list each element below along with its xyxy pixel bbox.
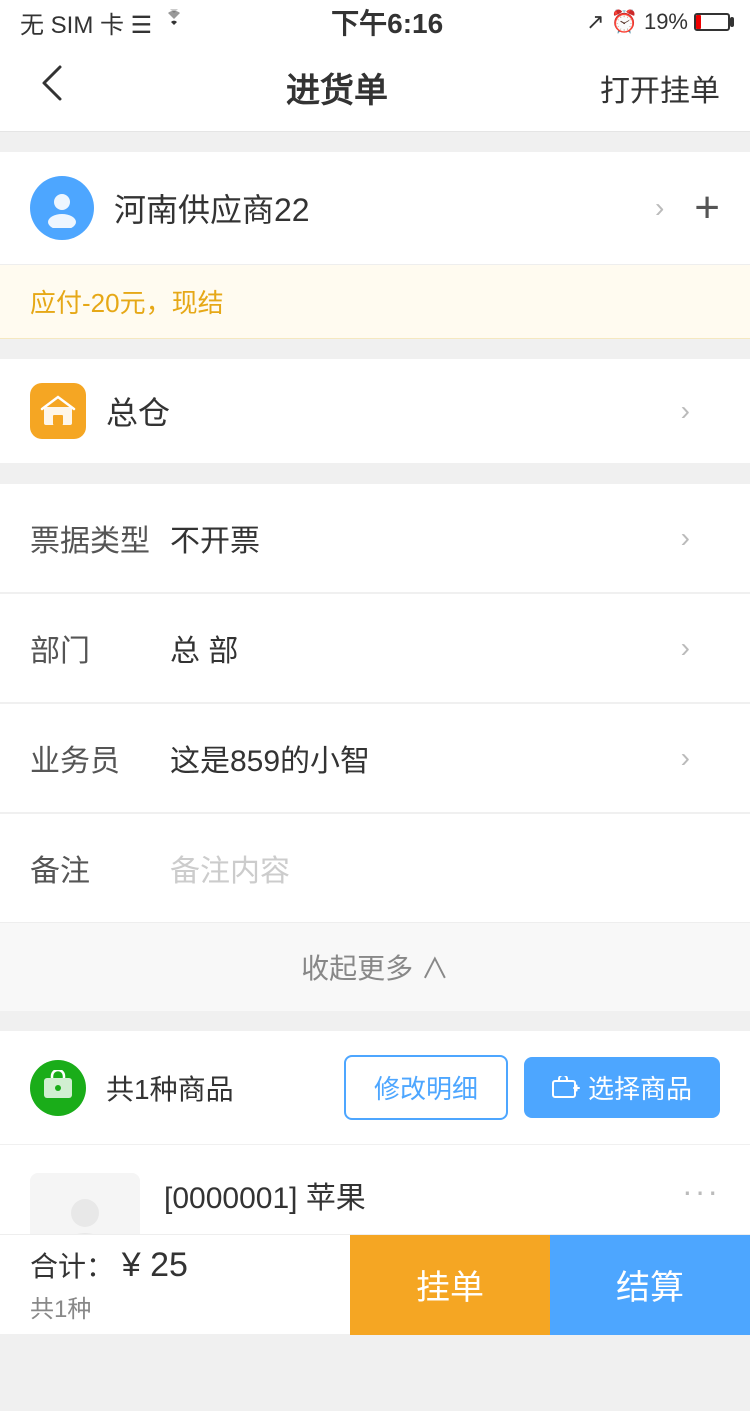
select-product-button[interactable]: 选择商品 [524,1057,720,1118]
products-count-label: 共1种商品 [106,1068,344,1108]
warehouse-chevron-icon: › [681,395,690,427]
section-gap-2 [0,339,750,359]
status-right: ↗ ⏰ 19% [586,9,730,35]
status-bar: 无 SIM 卡 ☰ 下午6:16 ↗ ⏰ 19% [0,0,750,44]
product-more-button[interactable]: ··· [682,1173,720,1210]
warehouse-icon [30,383,86,439]
department-chevron: › [681,632,690,664]
invoice-type-label: 票据类型 [30,516,170,560]
invoice-type-value: 不开票 [170,516,681,560]
select-product-label: 选择商品 [588,1069,692,1106]
salesperson-row[interactable]: 业务员 这是859的小智 › [0,703,750,812]
product-code: [0000001] [164,1182,297,1215]
product-title: 苹果 [306,1182,366,1215]
section-gap-1 [0,132,750,152]
battery-percent: 19% [644,9,688,35]
supplier-avatar [30,176,94,240]
total-label: 合计： [30,1251,114,1282]
salesperson-label: 业务员 [30,736,170,780]
bottom-bar: 合计： ¥ 25 共1种 挂单 结算 [0,1234,750,1334]
product-name: [0000001] 苹果 [164,1173,658,1217]
alarm-icon: ⏰ [611,9,638,35]
hang-order-button[interactable]: 挂单 [350,1235,550,1335]
wifi-icon [160,8,188,36]
salesperson-value: 这是859的小智 [170,736,681,780]
collapse-button[interactable]: 收起更多 ∧ [0,922,750,1011]
sim-status: 无 SIM 卡 ☰ [20,5,152,40]
battery-icon [694,13,730,31]
remark-label: 备注 [30,846,170,890]
warehouse-section: 总仓 › [0,359,750,463]
section-gap-4 [0,1011,750,1031]
supplier-name[interactable]: 河南供应商22 [114,185,655,231]
status-time: 下午6:16 [331,2,443,42]
remark-input[interactable]: 备注内容 [170,846,720,890]
back-button[interactable] [30,53,74,122]
warehouse-name: 总仓 [106,388,681,434]
nav-bar: 进货单 打开挂单 [0,44,750,132]
form-section: 票据类型 不开票 › 部门 总 部 › 业务员 这是859的小智 › 备注 备注… [0,483,750,1011]
notice-banner: 应付-20元，现结 [0,265,750,339]
supplier-chevron-icon: › [655,192,664,224]
supplier-row: 河南供应商22 › + [0,152,750,265]
supplier-section: 河南供应商22 › + 应付-20元，现结 [0,152,750,339]
remark-row: 备注 备注内容 [0,813,750,922]
add-supplier-button[interactable]: + [694,183,720,233]
department-row[interactable]: 部门 总 部 › [0,593,750,702]
total-row: 合计： ¥ 25 [30,1245,320,1285]
checkout-button[interactable]: 结算 [550,1235,750,1335]
edit-details-button[interactable]: 修改明细 [344,1055,508,1120]
invoice-type-chevron: › [681,522,690,554]
page-title: 进货单 [286,63,388,112]
department-label: 部门 [30,626,170,670]
products-icon [30,1060,86,1116]
open-pending-button[interactable]: 打开挂单 [600,66,720,110]
invoice-type-row[interactable]: 票据类型 不开票 › [0,483,750,592]
bottom-total: 合计： ¥ 25 共1种 [0,1245,350,1324]
salesperson-chevron: › [681,742,690,774]
department-value: 总 部 [170,626,681,670]
warehouse-row[interactable]: 总仓 › [0,359,750,463]
status-left: 无 SIM 卡 ☰ [20,5,188,40]
products-header: 共1种商品 修改明细 选择商品 [0,1031,750,1144]
location-icon: ↗ [586,9,604,35]
total-amount: ¥ 25 [122,1246,188,1284]
total-count: 共1种 [30,1289,320,1324]
section-gap-3 [0,463,750,483]
